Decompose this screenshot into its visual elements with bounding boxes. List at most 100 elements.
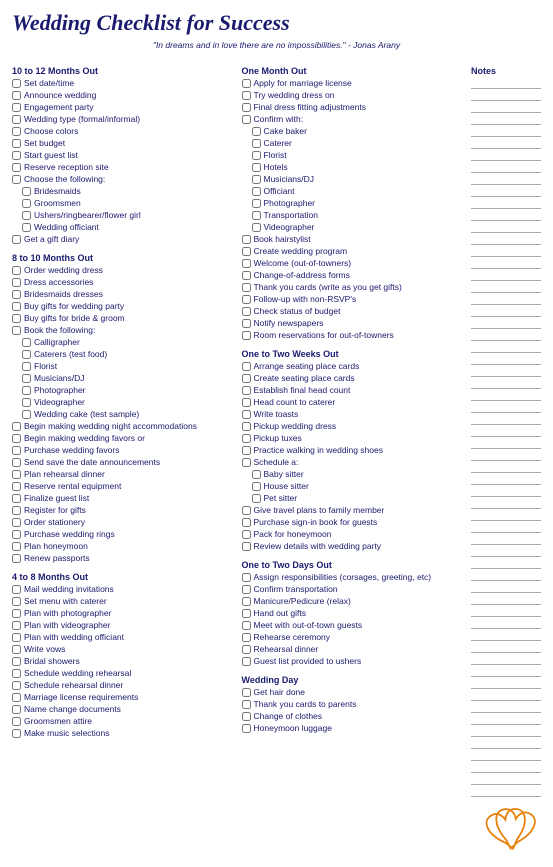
checkbox[interactable] (242, 645, 251, 654)
checkbox[interactable] (242, 398, 251, 407)
checkbox[interactable] (12, 554, 21, 563)
checkbox[interactable] (12, 151, 21, 160)
checkbox[interactable] (242, 530, 251, 539)
checkbox[interactable] (242, 79, 251, 88)
checkbox[interactable] (242, 506, 251, 515)
checkbox[interactable] (242, 633, 251, 642)
checkbox[interactable] (242, 446, 251, 455)
checkbox[interactable] (12, 482, 21, 491)
checkbox[interactable] (252, 163, 261, 172)
checkbox[interactable] (242, 621, 251, 630)
checkbox[interactable] (12, 278, 21, 287)
checkbox[interactable] (242, 331, 251, 340)
checkbox[interactable] (12, 290, 21, 299)
checkbox[interactable] (242, 115, 251, 124)
checkbox[interactable] (12, 139, 21, 148)
checkbox[interactable] (12, 326, 21, 335)
checkbox[interactable] (252, 127, 261, 136)
checkbox[interactable] (242, 724, 251, 733)
checkbox[interactable] (12, 705, 21, 714)
checkbox[interactable] (242, 386, 251, 395)
checkbox[interactable] (242, 271, 251, 280)
checkbox[interactable] (252, 187, 261, 196)
checkbox[interactable] (242, 103, 251, 112)
checkbox[interactable] (12, 314, 21, 323)
checkbox[interactable] (12, 542, 21, 551)
checkbox[interactable] (12, 458, 21, 467)
checkbox[interactable] (12, 729, 21, 738)
checkbox[interactable] (242, 283, 251, 292)
checkbox[interactable] (242, 319, 251, 328)
checkbox[interactable] (22, 211, 31, 220)
checkbox[interactable] (22, 362, 31, 371)
checkbox[interactable] (12, 127, 21, 136)
checkbox[interactable] (242, 573, 251, 582)
checkbox[interactable] (12, 518, 21, 527)
checkbox[interactable] (242, 458, 251, 467)
checkbox[interactable] (12, 175, 21, 184)
checkbox[interactable] (242, 235, 251, 244)
checkbox[interactable] (242, 422, 251, 431)
checkbox[interactable] (12, 266, 21, 275)
checkbox[interactable] (22, 398, 31, 407)
checkbox[interactable] (242, 247, 251, 256)
checkbox[interactable] (242, 91, 251, 100)
checkbox[interactable] (242, 700, 251, 709)
checkbox[interactable] (22, 223, 31, 232)
checkbox[interactable] (252, 199, 261, 208)
checkbox[interactable] (12, 506, 21, 515)
checkbox[interactable] (12, 115, 21, 124)
checkbox[interactable] (12, 434, 21, 443)
checkbox[interactable] (22, 350, 31, 359)
checkbox[interactable] (242, 585, 251, 594)
checkbox[interactable] (242, 295, 251, 304)
checkbox[interactable] (12, 681, 21, 690)
checkbox[interactable] (12, 621, 21, 630)
checkbox[interactable] (242, 307, 251, 316)
checkbox[interactable] (252, 470, 261, 479)
checkbox[interactable] (12, 235, 21, 244)
checkbox[interactable] (242, 657, 251, 666)
checkbox[interactable] (242, 542, 251, 551)
checkbox[interactable] (12, 103, 21, 112)
checkbox[interactable] (242, 597, 251, 606)
checkbox[interactable] (242, 259, 251, 268)
checkbox[interactable] (242, 434, 251, 443)
checkbox[interactable] (22, 187, 31, 196)
checkbox[interactable] (242, 609, 251, 618)
checkbox[interactable] (12, 530, 21, 539)
checkbox[interactable] (12, 422, 21, 431)
checkbox[interactable] (12, 163, 21, 172)
checkbox[interactable] (12, 585, 21, 594)
checkbox[interactable] (252, 223, 261, 232)
checkbox[interactable] (252, 139, 261, 148)
checkbox[interactable] (12, 494, 21, 503)
checkbox[interactable] (12, 446, 21, 455)
checkbox[interactable] (252, 482, 261, 491)
checkbox[interactable] (242, 712, 251, 721)
checkbox[interactable] (12, 91, 21, 100)
checkbox[interactable] (242, 410, 251, 419)
checkbox[interactable] (12, 79, 21, 88)
checkbox[interactable] (242, 374, 251, 383)
checkbox[interactable] (12, 693, 21, 702)
checkbox[interactable] (252, 494, 261, 503)
checkbox[interactable] (12, 609, 21, 618)
checkbox[interactable] (12, 633, 21, 642)
checkbox[interactable] (12, 657, 21, 666)
checkbox[interactable] (12, 597, 21, 606)
checkbox[interactable] (22, 199, 31, 208)
checkbox[interactable] (242, 362, 251, 371)
checkbox[interactable] (252, 151, 261, 160)
checkbox[interactable] (22, 338, 31, 347)
checkbox[interactable] (252, 211, 261, 220)
checkbox[interactable] (12, 645, 21, 654)
checkbox[interactable] (22, 386, 31, 395)
checkbox[interactable] (12, 669, 21, 678)
checkbox[interactable] (12, 302, 21, 311)
checkbox[interactable] (22, 374, 31, 383)
checkbox[interactable] (22, 410, 31, 419)
checkbox[interactable] (252, 175, 261, 184)
checkbox[interactable] (12, 470, 21, 479)
checkbox[interactable] (242, 518, 251, 527)
